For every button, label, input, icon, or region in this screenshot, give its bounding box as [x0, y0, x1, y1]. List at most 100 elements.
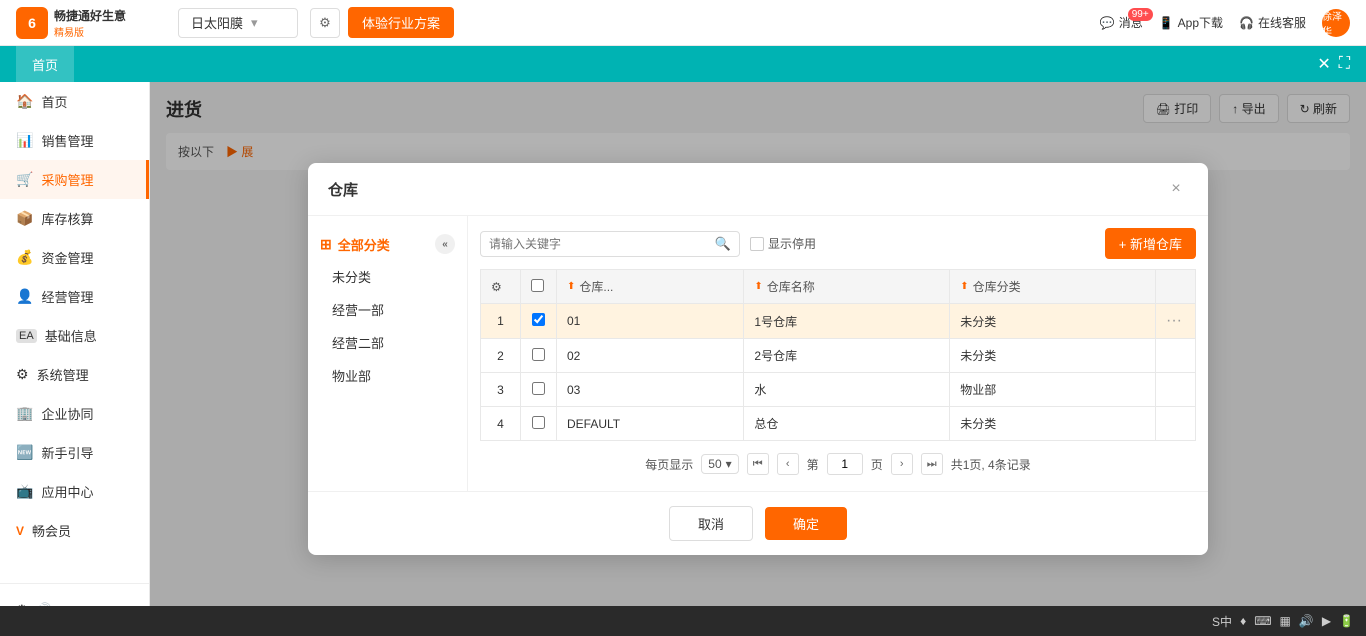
row-more[interactable] [1156, 373, 1196, 407]
confirm-button[interactable]: 确定 [765, 507, 847, 540]
sidebar-item-basic[interactable]: EA 基础信息 [0, 316, 149, 355]
basic-icon: EA [16, 329, 37, 343]
search-input[interactable] [489, 237, 709, 251]
row-more[interactable] [1156, 407, 1196, 441]
user-avatar-area[interactable]: 徐泽华 [1322, 9, 1350, 37]
sidebar-item-business[interactable]: 👤 经营管理 [0, 277, 149, 316]
settings-icon: ⚙ [491, 280, 502, 294]
per-page-label: 每页显示 [645, 456, 693, 473]
bottom-bar-play[interactable]: ▶ [1322, 614, 1331, 628]
per-page-select[interactable]: 50 ▾ [701, 454, 738, 474]
row-name: 水 [744, 373, 950, 407]
category-item-unclassified[interactable]: 未分类 [308, 260, 467, 293]
more-icon[interactable]: ··· [1166, 312, 1182, 329]
sidebar-item-enterprise[interactable]: 🏢 企业协同 [0, 394, 149, 433]
row-checkbox-cell[interactable] [521, 339, 557, 373]
sidebar-item-member[interactable]: V 畅会员 [0, 511, 149, 550]
category-all-header[interactable]: ⊞ 全部分类 « [308, 228, 467, 260]
row-checkbox[interactable] [532, 416, 545, 429]
row-name: 总仓 [744, 407, 950, 441]
bottom-bar-grid[interactable]: ▦ [1280, 614, 1291, 628]
logo-icon: 6 [16, 7, 48, 39]
close-window-icon[interactable]: ✕ [1317, 54, 1330, 74]
finance-icon: 💰 [16, 249, 33, 266]
row-index: 2 [481, 339, 521, 373]
add-warehouse-button[interactable]: + 新增仓库 [1105, 228, 1196, 259]
show-disabled-toggle[interactable]: 显示停用 [750, 235, 816, 252]
mobile-icon: 📱 [1159, 16, 1174, 30]
select-all-checkbox[interactable] [531, 279, 544, 292]
trial-button[interactable]: 体验行业方案 [348, 7, 454, 38]
sidebar-item-finance[interactable]: 💰 资金管理 [0, 238, 149, 277]
row-more[interactable] [1156, 339, 1196, 373]
bottom-bar-battery[interactable]: 🔋 [1339, 614, 1354, 628]
sidebar-item-system[interactable]: ⚙ 系统管理 [0, 355, 149, 394]
page-label: 第 [807, 456, 819, 473]
row-checkbox[interactable] [532, 313, 545, 326]
bottom-bar-keyboard[interactable]: ⌨ [1254, 614, 1271, 628]
th-gear: ⚙ [481, 270, 521, 304]
row-checkbox[interactable] [532, 382, 545, 395]
sidebar-item-guide[interactable]: 🆕 新手引导 [0, 433, 149, 472]
first-page-button[interactable]: ⏮ [747, 453, 769, 475]
collapse-button[interactable]: « [435, 234, 455, 254]
sidebar-item-sales[interactable]: 📊 销售管理 [0, 121, 149, 160]
next-page-button[interactable]: › [891, 453, 913, 475]
page-unit: 页 [871, 456, 883, 473]
table-row[interactable]: 3 03 水 物业部 [481, 373, 1196, 407]
online-service-item[interactable]: 🎧 在线客服 [1239, 14, 1306, 31]
table-header-row: ⚙ ⬆ 仓库... [481, 270, 1196, 304]
table-row[interactable]: 1 01 1号仓库 未分类 ··· [481, 304, 1196, 339]
warehouse-dialog: 仓库 × ⊞ 全部分类 « 未分类 经营一部 经营二部 [308, 163, 1208, 555]
gear-button[interactable]: ⚙ [310, 8, 340, 38]
row-name: 2号仓库 [744, 339, 950, 373]
store-selector[interactable]: 日太阳膜 ▾ [178, 8, 298, 38]
row-checkbox-cell[interactable] [521, 407, 557, 441]
warehouse-table: ⚙ ⬆ 仓库... [480, 269, 1196, 441]
notification-item[interactable]: 💬 消息 99+ [1100, 14, 1143, 31]
page-number-input[interactable] [827, 453, 863, 475]
inventory-icon: 📦 [16, 210, 33, 227]
last-page-button[interactable]: ⏭ [921, 453, 943, 475]
dialog-title: 仓库 [328, 179, 358, 200]
guide-icon: 🆕 [16, 444, 33, 461]
sidebar-item-purchase[interactable]: 🛒 采购管理 [0, 160, 149, 199]
row-more[interactable]: ··· [1156, 304, 1196, 339]
logo-text: 畅捷通好生意 精易版 [54, 7, 126, 39]
cancel-button[interactable]: 取消 [669, 506, 753, 541]
pagination: 每页显示 50 ▾ ⏮ ‹ 第 页 › ⏭ 共1页 [480, 441, 1196, 479]
table-row[interactable]: 2 02 2号仓库 未分类 [481, 339, 1196, 373]
row-index: 1 [481, 304, 521, 339]
enterprise-icon: 🏢 [16, 405, 33, 422]
table-row[interactable]: 4 DEFAULT 总仓 未分类 [481, 407, 1196, 441]
sort-name-icon: ⬆ [754, 281, 762, 292]
category-item-dept1[interactable]: 经营一部 [308, 293, 467, 326]
category-item-dept2[interactable]: 经营二部 [308, 326, 467, 359]
sidebar-item-apps[interactable]: 📺 应用中心 [0, 472, 149, 511]
sort-icon: ⬆ [567, 281, 575, 292]
maximize-icon[interactable]: ⛶ [1339, 55, 1350, 73]
second-nav-home[interactable]: 首页 [16, 46, 74, 82]
th-checkbox [521, 270, 557, 304]
row-checkbox[interactable] [532, 348, 545, 361]
search-input-wrap[interactable]: 🔍 [480, 231, 740, 257]
category-item-property[interactable]: 物业部 [308, 359, 467, 392]
show-disabled-checkbox[interactable] [750, 237, 764, 251]
row-index: 4 [481, 407, 521, 441]
bottom-bar-input[interactable]: S中 [1212, 613, 1232, 630]
row-checkbox-cell[interactable] [521, 373, 557, 407]
row-category: 物业部 [950, 373, 1156, 407]
prev-page-button[interactable]: ‹ [777, 453, 799, 475]
bottom-bar-icon1[interactable]: ♦ [1240, 614, 1246, 628]
bottom-bar-speaker[interactable]: 🔊 [1299, 614, 1314, 628]
row-index: 3 [481, 373, 521, 407]
gear-icon: ⚙ [319, 15, 331, 31]
row-checkbox-cell[interactable] [521, 304, 557, 339]
sidebar-item-home[interactable]: 🏠 首页 [0, 82, 149, 121]
dialog-close-button[interactable]: × [1164, 177, 1188, 201]
app-download-item[interactable]: 📱 App下载 [1159, 14, 1223, 31]
sidebar-item-inventory[interactable]: 📦 库存核算 [0, 199, 149, 238]
table-container: ⚙ ⬆ 仓库... [480, 269, 1196, 441]
dialog-overlay: 仓库 × ⊞ 全部分类 « 未分类 经营一部 经营二部 [150, 82, 1366, 636]
table-toolbar: 🔍 显示停用 + 新增仓库 [480, 228, 1196, 259]
